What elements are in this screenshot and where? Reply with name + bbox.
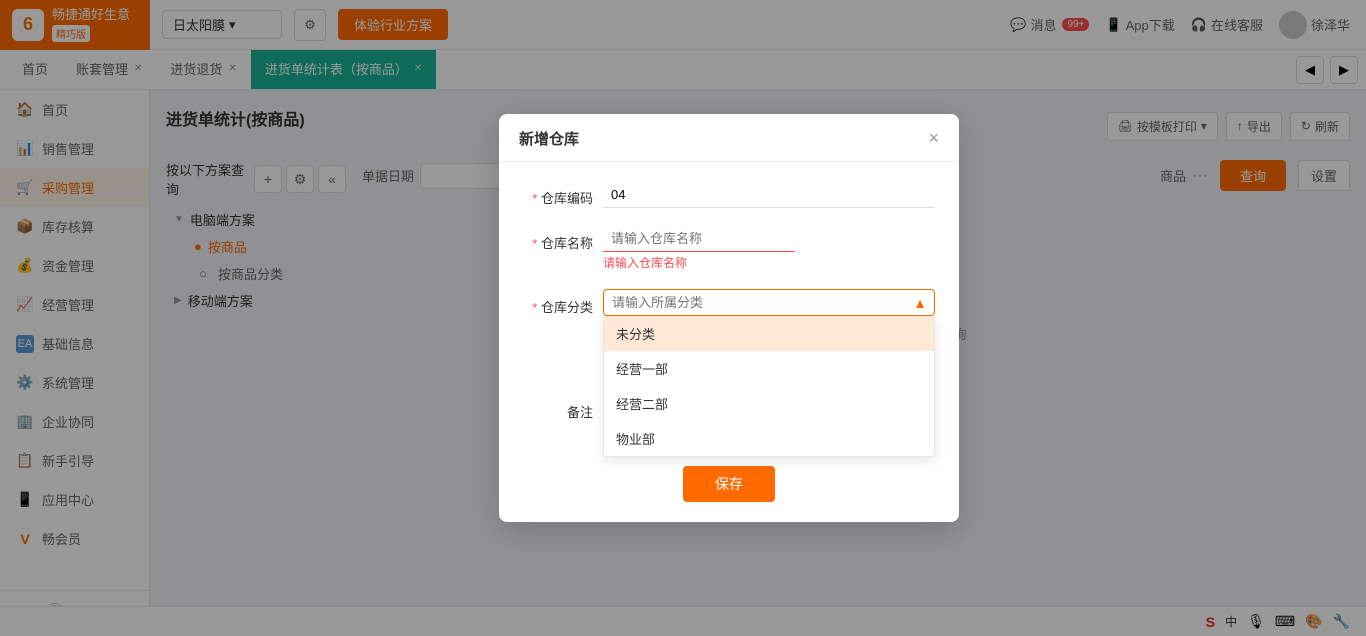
category-field-row: * 仓库分类 ▲ 未分类 经营一部 经营二部 物业部 [523,289,935,316]
name-field-row: * 仓库名称 请输入仓库名称 [523,226,935,271]
dialog-header: 新增仓库 × [499,114,959,162]
name-error-msg: 请输入仓库名称 [603,254,687,271]
required-star-2: * [532,236,537,251]
chevron-up-icon[interactable]: ▲ [913,295,927,311]
category-label: * 仓库分类 [523,289,603,316]
dropdown-item-3[interactable]: 物业部 [604,421,934,456]
dialog-close-btn[interactable]: × [928,128,939,149]
new-warehouse-dialog: 新增仓库 × * 仓库编码 * 仓库名称 [499,114,959,522]
warehouse-name-input[interactable] [603,226,795,252]
code-field-row: * 仓库编码 [523,182,935,208]
dialog-footer: 保存 [499,456,959,522]
required-star: * [532,191,537,206]
warehouse-category-input[interactable] [603,289,935,316]
note-label: 备注 [523,396,603,421]
category-dropdown: 未分类 经营一部 经营二部 物业部 [603,316,935,457]
name-label: * 仓库名称 [523,227,603,252]
code-label: * 仓库编码 [523,182,603,207]
name-input-wrap [603,226,935,252]
dropdown-item-1[interactable]: 经营一部 [604,351,934,386]
dropdown-item-2[interactable]: 经营二部 [604,386,934,421]
dropdown-item-0[interactable]: 未分类 [604,316,934,351]
warehouse-code-input[interactable] [603,182,935,208]
required-star-3: * [532,300,537,315]
category-input-wrap: ▲ 未分类 经营一部 经营二部 物业部 [603,289,935,316]
dialog-body: * 仓库编码 * 仓库名称 请输入仓库名称 [499,162,959,456]
save-button[interactable]: 保存 [683,466,775,502]
dialog-title: 新增仓库 [519,128,579,149]
